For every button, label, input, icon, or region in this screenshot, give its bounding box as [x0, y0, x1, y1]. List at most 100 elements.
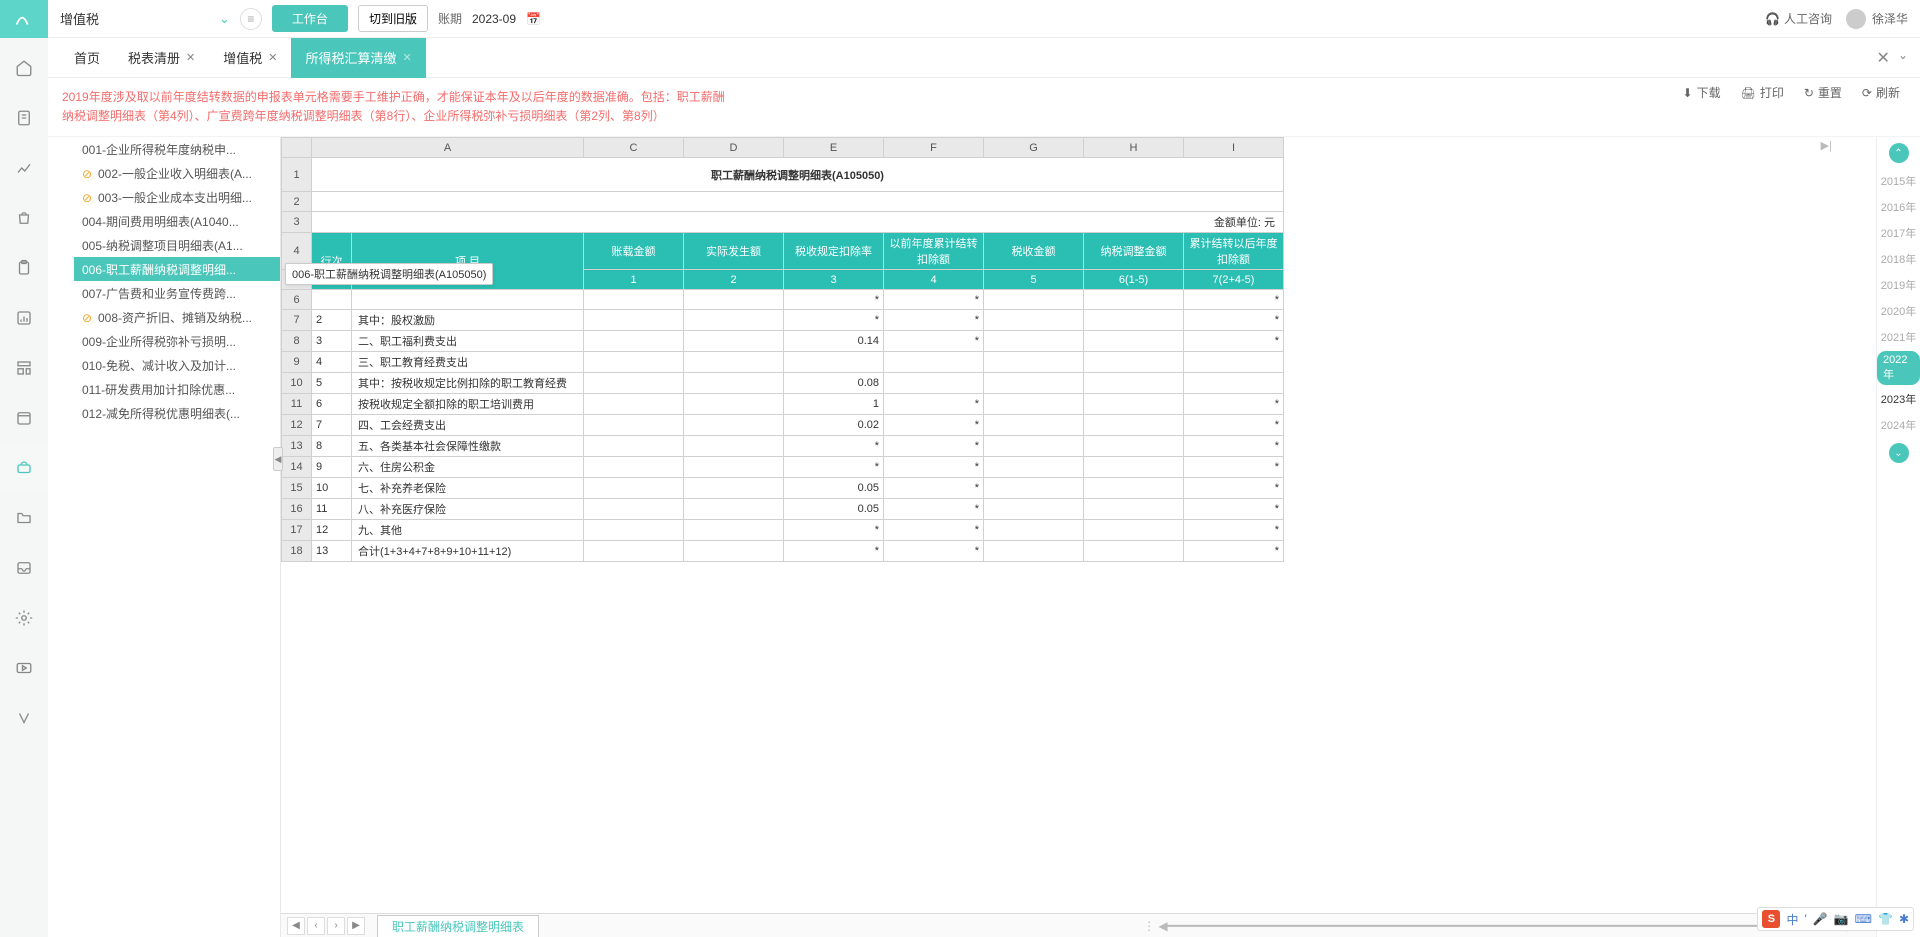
- nav-clipboard-icon[interactable]: [0, 246, 48, 290]
- cell[interactable]: [984, 415, 1084, 436]
- cell[interactable]: 2: [282, 192, 312, 212]
- cell[interactable]: [984, 520, 1084, 541]
- cell[interactable]: *: [784, 290, 884, 310]
- cell[interactable]: [584, 457, 684, 478]
- cell[interactable]: 7(2+4-5): [1184, 270, 1284, 290]
- cell[interactable]: [884, 352, 984, 373]
- cell[interactable]: 1: [784, 394, 884, 415]
- form-list-item[interactable]: 004-期间费用明细表(A1040...: [74, 209, 280, 233]
- form-list-item[interactable]: 011-研发费用加计扣除优惠...: [74, 377, 280, 401]
- cell[interactable]: 6: [282, 290, 312, 310]
- expand-handle[interactable]: ▶|: [1821, 139, 1832, 152]
- ime-punct[interactable]: ': [1804, 912, 1806, 926]
- cell[interactable]: 0.08: [784, 373, 884, 394]
- ime-skin-icon[interactable]: 👕: [1878, 912, 1893, 926]
- cell[interactable]: 其中：按税收规定比例扣除的职工教育经费: [352, 373, 584, 394]
- cell[interactable]: 职工薪酬纳税调整明细表(A105050): [312, 158, 1284, 192]
- sheet-tab[interactable]: 职工薪酬纳税调整明细表: [377, 915, 539, 937]
- sheet-nav-next-icon[interactable]: ›: [327, 917, 345, 935]
- form-list-item[interactable]: 007-广告费和业务宣传费跨...: [74, 281, 280, 305]
- cell[interactable]: [1084, 290, 1184, 310]
- ime-mic-icon[interactable]: 🎤: [1813, 912, 1828, 926]
- cell[interactable]: [584, 331, 684, 352]
- cell[interactable]: [1084, 541, 1184, 562]
- cell[interactable]: *: [884, 478, 984, 499]
- cell[interactable]: 6: [312, 394, 352, 415]
- cell[interactable]: 1: [282, 158, 312, 192]
- cell[interactable]: *: [1184, 478, 1284, 499]
- user-menu[interactable]: 徐泽华: [1846, 9, 1908, 29]
- form-list-item[interactable]: 006-职工薪酬纳税调整明细...: [74, 257, 280, 281]
- cell[interactable]: 9: [312, 457, 352, 478]
- cell[interactable]: 8: [282, 331, 312, 352]
- cell[interactable]: 金额单位: 元: [312, 212, 1284, 233]
- cell[interactable]: [584, 310, 684, 331]
- cell[interactable]: [684, 457, 784, 478]
- cell[interactable]: [684, 541, 784, 562]
- cell[interactable]: [684, 394, 784, 415]
- cell[interactable]: *: [884, 499, 984, 520]
- nav-calendar-icon[interactable]: [0, 396, 48, 440]
- cell[interactable]: 合计(1+3+4+7+8+9+10+11+12): [352, 541, 584, 562]
- close-icon[interactable]: ✕: [186, 51, 195, 64]
- cell[interactable]: 账载金额: [584, 233, 684, 270]
- cell[interactable]: 纳税调整金额: [1084, 233, 1184, 270]
- support-link[interactable]: 🎧 人工咨询: [1765, 10, 1832, 27]
- sheet-nav-prev-icon[interactable]: ‹: [307, 917, 325, 935]
- cell[interactable]: [684, 331, 784, 352]
- cell[interactable]: 5: [984, 270, 1084, 290]
- cell[interactable]: 2: [684, 270, 784, 290]
- download-button[interactable]: ⬇下载: [1683, 84, 1721, 101]
- cell[interactable]: [584, 415, 684, 436]
- form-list-item[interactable]: ⊘002-一般企业收入明细表(A...: [74, 161, 280, 185]
- collapse-panel-handle[interactable]: ◀: [273, 447, 283, 471]
- cell[interactable]: *: [1184, 436, 1284, 457]
- cell[interactable]: *: [784, 457, 884, 478]
- col-header[interactable]: D: [684, 138, 784, 158]
- cell[interactable]: [584, 373, 684, 394]
- nav-inbox-icon[interactable]: [0, 546, 48, 590]
- cell[interactable]: [312, 290, 352, 310]
- cell[interactable]: 二、职工福利费支出: [352, 331, 584, 352]
- cell[interactable]: *: [1184, 520, 1284, 541]
- form-list-item[interactable]: 001-企业所得税年度纳税申...: [74, 137, 280, 161]
- cell[interactable]: *: [784, 310, 884, 331]
- corner-cell[interactable]: [282, 138, 312, 158]
- ime-tool-icon[interactable]: ✱: [1899, 912, 1909, 926]
- cell[interactable]: [584, 541, 684, 562]
- nav-report-icon[interactable]: [0, 296, 48, 340]
- cell[interactable]: [1184, 373, 1284, 394]
- cell[interactable]: 10: [312, 478, 352, 499]
- tab-close-all-icon[interactable]: ✕: [1877, 48, 1890, 68]
- ime-camera-icon[interactable]: 📷: [1834, 912, 1849, 926]
- cell[interactable]: [984, 373, 1084, 394]
- cell[interactable]: [1084, 331, 1184, 352]
- cell[interactable]: *: [884, 394, 984, 415]
- switch-old-button[interactable]: 切到旧版: [358, 5, 428, 32]
- cell[interactable]: *: [884, 331, 984, 352]
- nav-tax-icon[interactable]: [0, 446, 48, 490]
- cell[interactable]: [684, 373, 784, 394]
- cell[interactable]: 0.05: [784, 499, 884, 520]
- cell[interactable]: 8: [312, 436, 352, 457]
- cell[interactable]: [352, 290, 584, 310]
- cell[interactable]: *: [1184, 290, 1284, 310]
- nav-chart-icon[interactable]: [0, 146, 48, 190]
- tab-more-icon[interactable]: ⌄: [1898, 48, 1908, 68]
- tab-增值税[interactable]: 增值税✕: [209, 38, 291, 78]
- refresh-button[interactable]: ⟳刷新: [1862, 84, 1900, 101]
- cell[interactable]: *: [884, 457, 984, 478]
- col-header[interactable]: I: [1184, 138, 1284, 158]
- nav-template-icon[interactable]: [0, 346, 48, 390]
- cell[interactable]: 4: [884, 270, 984, 290]
- cell[interactable]: 九、其他: [352, 520, 584, 541]
- year-up-icon[interactable]: ⌃: [1889, 143, 1909, 163]
- cell[interactable]: 六、住房公积金: [352, 457, 584, 478]
- cell[interactable]: *: [784, 541, 884, 562]
- cell[interactable]: [1084, 520, 1184, 541]
- cell[interactable]: 税收规定扣除率: [784, 233, 884, 270]
- cell[interactable]: 17: [282, 520, 312, 541]
- cell[interactable]: 三、职工教育经费支出: [352, 352, 584, 373]
- cell[interactable]: 13: [312, 541, 352, 562]
- cell[interactable]: 6(1-5): [1084, 270, 1184, 290]
